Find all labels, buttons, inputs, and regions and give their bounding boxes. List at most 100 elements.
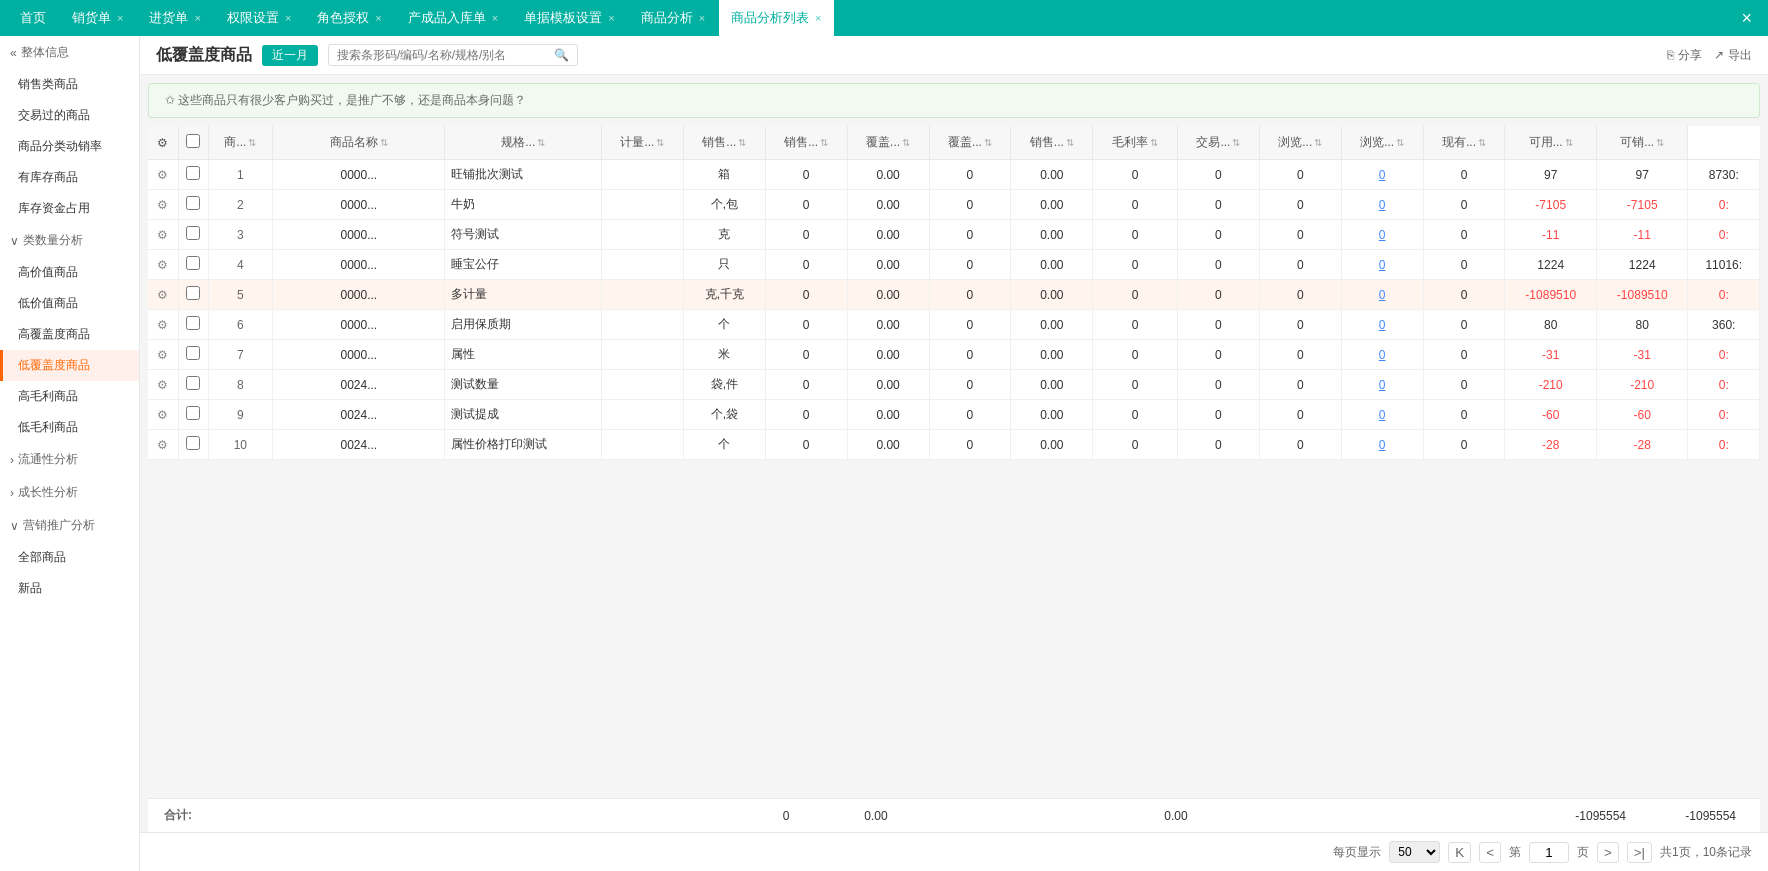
row-browse1[interactable]: 0 <box>1341 220 1423 250</box>
row-settings[interactable]: ⚙ <box>148 220 178 250</box>
sidebar-item-category-rate[interactable]: 商品分类动销率 <box>0 131 139 162</box>
row-settings[interactable]: ⚙ <box>148 310 178 340</box>
nav-tab-analysis[interactable]: 商品分析 × <box>629 0 717 36</box>
row-checkbox[interactable] <box>178 430 208 460</box>
row-checkbox[interactable] <box>178 400 208 430</box>
close-icon[interactable]: × <box>285 12 291 24</box>
row-settings[interactable]: ⚙ <box>148 340 178 370</box>
sidebar-section-liquidity[interactable]: › 流通性分析 <box>0 443 139 476</box>
col-checkbox[interactable] <box>178 126 208 160</box>
first-page-button[interactable]: K <box>1448 842 1471 863</box>
sidebar-section-overall[interactable]: « 整体信息 <box>0 36 139 69</box>
nav-tab-purchase[interactable]: 进货单 × <box>137 0 212 36</box>
sidebar-item-high-coverage[interactable]: 高覆盖度商品 <box>0 319 139 350</box>
sidebar-item-low-margin[interactable]: 低毛利商品 <box>0 412 139 443</box>
close-all-button[interactable]: × <box>1733 8 1760 29</box>
table-container[interactable]: ⚙ 商...⇅ 商品名称⇅ 规格...⇅ 计量...⇅ 销售...⇅ 销售...… <box>148 126 1760 798</box>
nav-tab-permissions[interactable]: 权限设置 × <box>215 0 303 36</box>
row-checkbox[interactable] <box>178 370 208 400</box>
col-trade[interactable]: 交易...⇅ <box>1177 126 1259 160</box>
col-browse1[interactable]: 浏览...⇅ <box>1259 126 1341 160</box>
sidebar-item-capital[interactable]: 库存资金占用 <box>0 193 139 224</box>
row-browse1[interactable]: 0 <box>1341 340 1423 370</box>
row-checkbox[interactable] <box>178 280 208 310</box>
sidebar-section-marketing[interactable]: ∨ 营销推广分析 <box>0 509 139 542</box>
row-browse1[interactable]: 0 <box>1341 370 1423 400</box>
close-icon[interactable]: × <box>699 12 705 24</box>
row-checkbox[interactable] <box>178 340 208 370</box>
sidebar-item-all-goods[interactable]: 全部商品 <box>0 542 139 573</box>
col-sales-qty[interactable]: 销售...⇅ <box>683 126 765 160</box>
row-checkbox[interactable] <box>178 190 208 220</box>
next-page-button[interactable]: > <box>1597 842 1619 863</box>
sidebar-item-new-goods[interactable]: 新品 <box>0 573 139 604</box>
row-browse1[interactable]: 0 <box>1341 280 1423 310</box>
row-settings[interactable]: ⚙ <box>148 190 178 220</box>
close-icon[interactable]: × <box>117 12 123 24</box>
sidebar-item-sales-goods[interactable]: 销售类商品 <box>0 69 139 100</box>
close-icon[interactable]: × <box>492 12 498 24</box>
row-browse1[interactable]: 0 <box>1341 400 1423 430</box>
row-checkbox[interactable] <box>178 250 208 280</box>
page-number-input[interactable] <box>1529 842 1569 863</box>
col-unit[interactable]: 计量...⇅ <box>602 126 684 160</box>
row-checkbox[interactable] <box>178 160 208 190</box>
col-saleable[interactable]: 可销...⇅ <box>1596 126 1688 160</box>
sidebar-item-low-value[interactable]: 低价值商品 <box>0 288 139 319</box>
row-settings[interactable]: ⚙ <box>148 370 178 400</box>
nav-tab-warehouse[interactable]: 产成品入库单 × <box>396 0 510 36</box>
search-icon[interactable]: 🔍 <box>554 48 569 62</box>
sidebar-section-growth[interactable]: › 成长性分析 <box>0 476 139 509</box>
row-browse1[interactable]: 0 <box>1341 430 1423 460</box>
share-button[interactable]: ⎘ 分享 <box>1667 47 1702 64</box>
close-icon[interactable]: × <box>608 12 614 24</box>
col-current-stock[interactable]: 现有...⇅ <box>1423 126 1505 160</box>
row-checkbox[interactable] <box>178 310 208 340</box>
time-filter-button[interactable]: 近一月 <box>262 45 318 66</box>
sidebar-item-high-value[interactable]: 高价值商品 <box>0 257 139 288</box>
row-coverage1: 0 <box>929 190 1011 220</box>
row-browse1[interactable]: 0 <box>1341 190 1423 220</box>
nav-tab-sales[interactable]: 销货单 × <box>60 0 135 36</box>
prev-page-button[interactable]: < <box>1479 842 1501 863</box>
row-code: 0024... <box>273 430 445 460</box>
col-sales3[interactable]: 销售...⇅ <box>1011 126 1093 160</box>
col-settings[interactable]: ⚙ <box>148 126 178 160</box>
row-browse1[interactable]: 0 <box>1341 160 1423 190</box>
col-available[interactable]: 可用...⇅ <box>1505 126 1597 160</box>
col-coverage1[interactable]: 覆盖...⇅ <box>847 126 929 160</box>
last-page-button[interactable]: >| <box>1627 842 1652 863</box>
col-sales-amt[interactable]: 销售...⇅ <box>765 126 847 160</box>
nav-tab-analysis-list[interactable]: 商品分析列表 × <box>719 0 833 36</box>
nav-tab-home[interactable]: 首页 <box>8 0 58 36</box>
row-sales-qty: 0 <box>765 280 847 310</box>
row-settings[interactable]: ⚙ <box>148 400 178 430</box>
sidebar-item-traded-goods[interactable]: 交易过的商品 <box>0 100 139 131</box>
sidebar-section-quantity[interactable]: ∨ 类数量分析 <box>0 224 139 257</box>
export-button[interactable]: ↗ 导出 <box>1714 47 1752 64</box>
nav-tab-roles[interactable]: 角色授权 × <box>305 0 393 36</box>
close-icon[interactable]: × <box>815 12 821 24</box>
sidebar-item-in-stock[interactable]: 有库存商品 <box>0 162 139 193</box>
page-size-select[interactable]: 50 100 200 <box>1389 841 1440 863</box>
row-settings[interactable]: ⚙ <box>148 250 178 280</box>
col-coverage2[interactable]: 覆盖...⇅ <box>929 126 1011 160</box>
sidebar-item-high-margin[interactable]: 高毛利商品 <box>0 381 139 412</box>
col-code[interactable]: 商...⇅ <box>208 126 273 160</box>
nav-tab-templates[interactable]: 单据模板设置 × <box>512 0 626 36</box>
row-checkbox[interactable] <box>178 220 208 250</box>
col-gross-margin[interactable]: 毛利率⇅ <box>1093 126 1178 160</box>
row-settings[interactable]: ⚙ <box>148 430 178 460</box>
col-spec[interactable]: 规格...⇅ <box>445 126 602 160</box>
sidebar-item-low-coverage[interactable]: 低覆盖度商品 <box>0 350 139 381</box>
row-browse1[interactable]: 0 <box>1341 310 1423 340</box>
close-icon[interactable]: × <box>375 12 381 24</box>
row-browse1[interactable]: 0 <box>1341 250 1423 280</box>
search-input[interactable] <box>337 48 550 62</box>
col-name[interactable]: 商品名称⇅ <box>273 126 445 160</box>
row-settings[interactable]: ⚙ <box>148 280 178 310</box>
select-all-checkbox[interactable] <box>186 134 200 148</box>
col-browse2[interactable]: 浏览...⇅ <box>1341 126 1423 160</box>
close-icon[interactable]: × <box>194 12 200 24</box>
row-settings[interactable]: ⚙ <box>148 160 178 190</box>
